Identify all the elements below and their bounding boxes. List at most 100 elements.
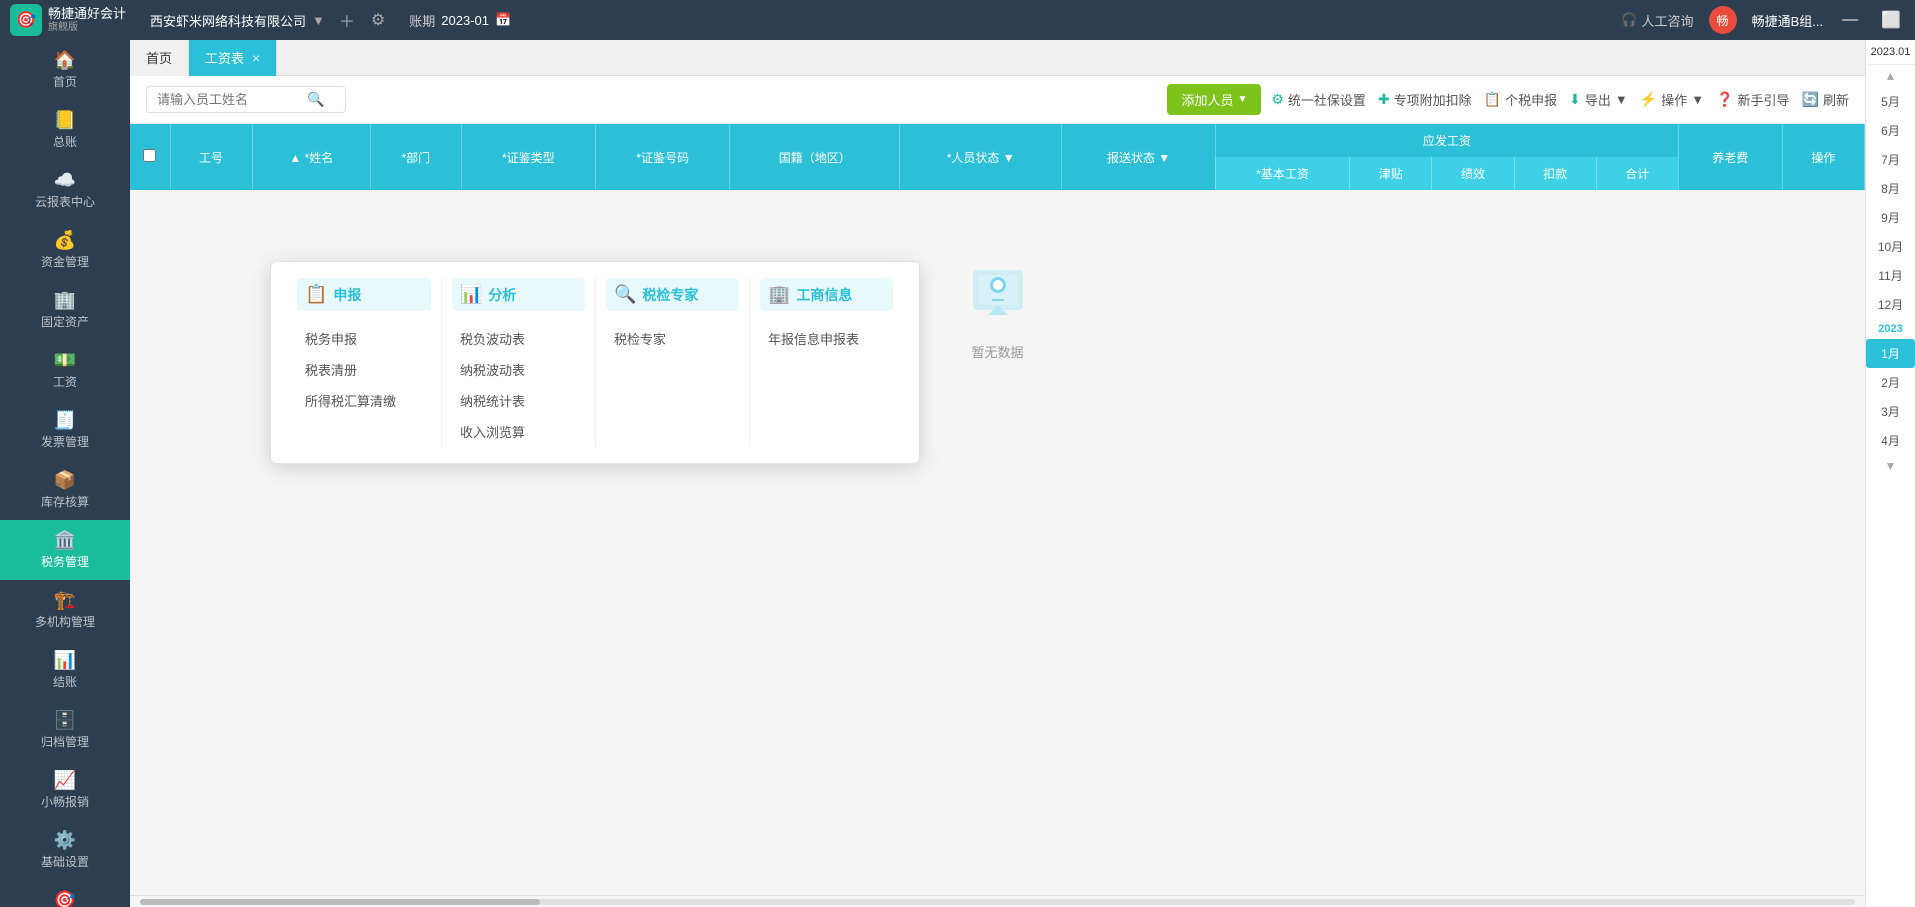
date-item-2[interactable]: 2月 [1866, 368, 1915, 397]
social-insurance-action[interactable]: ⚙ 统一社保设置 [1271, 90, 1366, 109]
menu-item-tax-settlement[interactable]: 所得税汇算清缴 [297, 385, 431, 416]
menu-item-tax-fluctuation[interactable]: 税负波动表 [452, 323, 585, 354]
sidebar-item-home[interactable]: 🏠 首页 [0, 40, 130, 100]
scroll-thumb-wrap[interactable] [140, 899, 1855, 905]
operation-label: 操作 [1661, 90, 1687, 109]
sidebar-item-fixed-assets[interactable]: 🏢 固定资产 [0, 280, 130, 340]
sidebar-label-archive: 归档管理 [41, 735, 89, 749]
scroll-thumb[interactable] [140, 899, 540, 905]
add-person-button[interactable]: 添加人员 ▼ [1167, 84, 1261, 115]
special-deduction-icon: ✚ [1378, 91, 1390, 108]
date-item-8[interactable]: 8月 [1866, 174, 1915, 203]
menu-item-tax-paid-fluctuation[interactable]: 纳税波动表 [452, 354, 585, 385]
tax-declaration-icon: 📋 [1484, 91, 1501, 108]
search-input-wrap: 🔍 [146, 86, 346, 113]
sidebar-item-invoice[interactable]: 🧾 发票管理 [0, 400, 130, 460]
header-total: 合计 [1596, 157, 1678, 190]
date-scroll-down[interactable]: ▼ [1881, 455, 1901, 477]
sidebar-label-fixed-assets: 固定资产 [41, 315, 89, 329]
header-performance: 绩效 [1432, 157, 1514, 190]
user-service-button[interactable]: 🎧 人工咨询 [1621, 11, 1693, 30]
sidebar-item-basic-settings[interactable]: ⚙️ 基础设置 [0, 820, 130, 880]
header-deductions: 扣款 [1514, 157, 1596, 190]
date-item-4[interactable]: 4月 [1866, 426, 1915, 455]
header-checkbox-col [130, 124, 170, 190]
dropdown-menu: 📋 申报 税务申报 税表清册 所得税汇算清缴 📊 分析 税负波动表 [270, 261, 920, 464]
tab-home[interactable]: 首页 [130, 40, 189, 76]
sidebar-item-multi-org[interactable]: 🏗️ 多机构管理 [0, 580, 130, 640]
date-item-1[interactable]: 1月 [1866, 339, 1915, 368]
tab-salary[interactable]: 工资表 × [189, 40, 277, 76]
menu-item-tax-declaration[interactable]: 税务申报 [297, 323, 431, 354]
refresh-action[interactable]: 🔄 刷新 [1802, 90, 1849, 109]
sidebar-item-xiao-chang[interactable]: 📈 小畅报销 [0, 760, 130, 820]
sidebar-item-guide[interactable]: 🎯 新手引导 [0, 880, 130, 907]
guide-action[interactable]: ❓ 新手引导 [1716, 90, 1789, 109]
sidebar-item-inventory[interactable]: 📦 库存核算 [0, 460, 130, 520]
guide-icon: 🎯 [54, 890, 76, 907]
calendar-icon[interactable]: 📅 [495, 12, 511, 28]
export-action[interactable]: ⬇ 导出 ▼ [1569, 90, 1628, 109]
sidebar-item-ledger[interactable]: 📒 总账 [0, 100, 130, 160]
tab-close-button[interactable]: × [252, 50, 260, 66]
operation-action[interactable]: ⚡ 操作 ▼ [1640, 90, 1704, 109]
content-area: 首页 工资表 × 🔍 添加人员 [130, 40, 1865, 907]
date-item-12[interactable]: 12月 [1866, 290, 1915, 319]
date-item-9[interactable]: 9月 [1866, 203, 1915, 232]
date-item-5[interactable]: 5月 [1866, 87, 1915, 116]
user-name[interactable]: 畅捷通B组... [1752, 11, 1824, 30]
fund-icon: 💰 [54, 230, 76, 251]
tax-expert-title: 税检专家 [642, 285, 698, 305]
date-item-7[interactable]: 7月 [1866, 145, 1915, 174]
sidebar-item-cloud-report[interactable]: ☁️ 云报表中心 [0, 160, 130, 220]
company-dropdown-arrow: ▼ [312, 13, 325, 28]
menu-item-tax-statistics[interactable]: 纳税统计表 [452, 385, 585, 416]
top-header: 🎯 畅捷通好会计 旗舰版 西安虾米网络科技有限公司 ▼ ＋ ⚙ 账期 2023-… [0, 0, 1915, 40]
date-item-10[interactable]: 10月 [1866, 232, 1915, 261]
menu-section-tax-expert: 🔍 税检专家 税检专家 [595, 278, 749, 447]
menu-item-annual-report[interactable]: 年报信息申报表 [760, 323, 893, 354]
date-item-6[interactable]: 6月 [1866, 116, 1915, 145]
refresh-label: 刷新 [1823, 90, 1849, 109]
menu-item-tax-list[interactable]: 税表清册 [297, 354, 431, 385]
headset-icon: 🎧 [1621, 12, 1637, 28]
sidebar-item-fund[interactable]: 💰 资金管理 [0, 220, 130, 280]
sidebar-label-ledger: 总账 [53, 135, 77, 149]
date-year-2023: 2023 [1876, 319, 1904, 339]
menu-section-declaration-header: 📋 申报 [297, 278, 431, 311]
tax-expert-icon: 🔍 [614, 284, 636, 305]
sidebar-item-settlement[interactable]: 📊 结账 [0, 640, 130, 700]
ledger-icon: 📒 [54, 110, 76, 131]
date-item-3[interactable]: 3月 [1866, 397, 1915, 426]
date-item-11[interactable]: 11月 [1866, 261, 1915, 290]
special-deduction-label: 专项附加扣除 [1394, 90, 1472, 109]
sidebar-item-tax[interactable]: 🏛️ 税务管理 [0, 520, 130, 580]
header-operations: 操作 [1782, 124, 1864, 190]
inventory-icon: 📦 [54, 470, 76, 491]
archive-icon: 🗄️ [54, 710, 76, 731]
multi-org-icon: 🏗️ [54, 590, 76, 611]
social-insurance-icon: ⚙ [1271, 91, 1284, 108]
tabs-bar: 首页 工资表 × [130, 40, 1865, 76]
date-scroll-up[interactable]: ▲ [1881, 65, 1901, 87]
settings-button[interactable]: ⚙ [367, 6, 389, 34]
menu-item-income-browse[interactable]: 收入浏览算 [452, 416, 585, 447]
table-wrap: 工号 ▲ *姓名 *部门 *证鉴类型 *证鉴号码 国籍（地区） *人员状态 ▼ … [130, 124, 1865, 895]
maximize-button[interactable]: ⬜ [1877, 6, 1905, 34]
company-selector[interactable]: 西安虾米网络科技有限公司 ▼ [150, 11, 325, 30]
salary-icon: 💵 [54, 350, 76, 371]
add-company-button[interactable]: ＋ [335, 4, 359, 36]
header-report-status: 报送状态 ▼ [1062, 124, 1216, 190]
business-title: 工商信息 [796, 285, 852, 305]
minimize-button[interactable]: — [1838, 7, 1862, 33]
sidebar-item-salary[interactable]: 💵 工资 [0, 340, 130, 400]
sidebar-item-archive[interactable]: 🗄️ 归档管理 [0, 700, 130, 760]
tax-declaration-action[interactable]: 📋 个税申报 [1484, 90, 1557, 109]
menu-section-declaration: 📋 申报 税务申报 税表清册 所得税汇算清缴 [287, 278, 441, 447]
special-deduction-action[interactable]: ✚ 专项附加扣除 [1378, 90, 1472, 109]
sidebar-label-fund: 资金管理 [41, 255, 89, 269]
menu-item-tax-expert[interactable]: 税检专家 [606, 323, 739, 354]
tab-home-label: 首页 [146, 48, 172, 67]
select-all-checkbox[interactable] [143, 149, 156, 162]
search-input[interactable] [157, 92, 307, 107]
